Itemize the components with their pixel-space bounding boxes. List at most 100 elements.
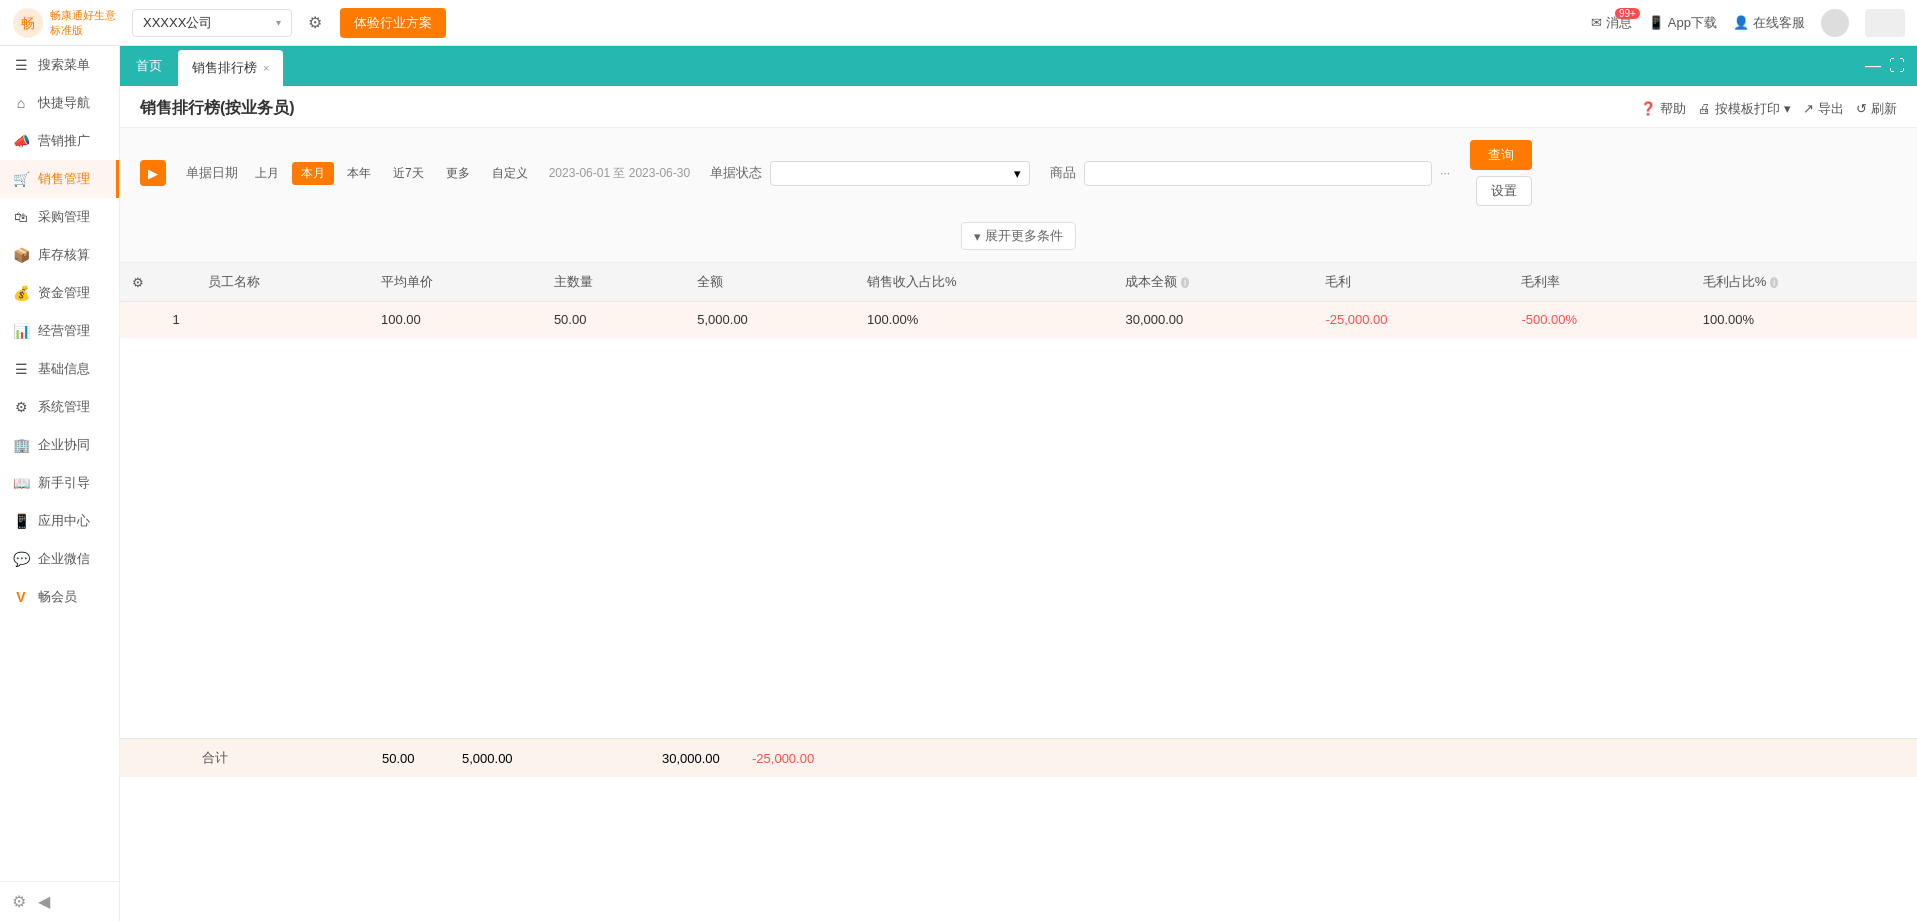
row-gross: -25,000.00 (1313, 302, 1509, 338)
date-btn-this-year[interactable]: 本年 (338, 162, 380, 185)
collapse-icon[interactable]: ◀ (38, 892, 50, 911)
row-settings (120, 302, 156, 338)
apps-icon: 📱 (12, 513, 30, 529)
gross-pct-info-icon: i (1770, 277, 1778, 288)
status-select[interactable]: ▾ (770, 161, 1030, 186)
message-badge: 99+ (1615, 8, 1640, 19)
guide-icon: 📖 (12, 475, 30, 491)
filter-toggle-btn[interactable]: ▶ (140, 160, 166, 186)
sidebar-item-basic[interactable]: ☰ 基础信息 (0, 350, 119, 388)
sidebar-item-operation[interactable]: 📊 经营管理 (0, 312, 119, 350)
date-btn-this-month[interactable]: 本月 (292, 162, 334, 185)
row-rank: 1 (156, 302, 196, 338)
sidebar-item-label: 快捷导航 (38, 94, 90, 112)
tab-label: 销售排行榜 (192, 59, 257, 77)
sidebar-item-purchase[interactable]: 🛍 采购管理 (0, 198, 119, 236)
sidebar-item-finance[interactable]: 💰 资金管理 (0, 274, 119, 312)
sidebar-item-enterprise[interactable]: 🏢 企业协同 (0, 426, 119, 464)
refresh-btn[interactable]: ↺ 刷新 (1856, 100, 1897, 118)
settings-icon-btn[interactable]: ⚙ (300, 8, 330, 38)
goods-search-input[interactable] (1084, 161, 1432, 186)
print-btn[interactable]: 🖨 按模板打印 ▾ (1698, 100, 1791, 118)
wechat-icon: 💬 (12, 551, 30, 567)
action-buttons: 查询 设置 (1470, 140, 1532, 206)
cost-info-icon: i (1181, 277, 1189, 288)
sidebar-item-sales[interactable]: 🛒 销售管理 (0, 160, 119, 198)
svg-text:畅: 畅 (21, 15, 35, 31)
date-btn-custom[interactable]: 自定义 (483, 162, 537, 185)
chevron-down-icon: ▾ (276, 17, 281, 28)
sidebar-item-inventory[interactable]: 📦 库存核算 (0, 236, 119, 274)
col-sales-pct: 销售收入占比% (855, 263, 1113, 302)
col-qty: 主数量 (542, 263, 685, 302)
row-avg-price: 100.00 (369, 302, 542, 338)
operation-icon: 📊 (12, 323, 30, 339)
tab-sales-ranking[interactable]: 销售排行榜 × (178, 50, 283, 86)
status-select-chevron: ▾ (1014, 166, 1021, 181)
basic-icon: ☰ (12, 361, 30, 377)
tab-home[interactable]: 首页 (120, 46, 178, 86)
filter-area: ▶ 单据日期 上月 本月 本年 近7天 更多 自定义 (120, 128, 1917, 263)
date-btn-last-month[interactable]: 上月 (246, 162, 288, 185)
query-button[interactable]: 查询 (1470, 140, 1532, 170)
sidebar-item-apps[interactable]: 📱 应用中心 (0, 502, 119, 540)
col-settings[interactable]: ⚙ (120, 263, 156, 302)
sidebar-item-system[interactable]: ⚙ 系统管理 (0, 388, 119, 426)
date-range-display: 2023-06-01 至 2023-06-30 (549, 165, 690, 182)
app-download-btn[interactable]: 📱 App下载 (1648, 14, 1717, 32)
sidebar-item-label: 企业协同 (38, 436, 90, 454)
logo-icon: 畅 (12, 7, 44, 39)
member-icon: V (12, 589, 30, 605)
sidebar-item-guide[interactable]: 📖 新手引导 (0, 464, 119, 502)
sidebar-item-marketing[interactable]: 📣 营销推广 (0, 122, 119, 160)
row-sales-pct: 100.00% (855, 302, 1113, 338)
expand-conditions-btn[interactable]: ▾ 展开更多条件 (961, 222, 1076, 250)
settings-button[interactable]: 设置 (1476, 176, 1532, 206)
online-service-btn[interactable]: 👤 在线客服 (1733, 14, 1805, 32)
sidebar-item-member[interactable]: V 畅会员 (0, 578, 119, 616)
goods-filter-label: 商品 (1050, 164, 1076, 182)
company-selector[interactable]: XXXXX公司 ▾ (132, 9, 292, 37)
date-btn-more[interactable]: 更多 (437, 162, 479, 185)
sidebar-item-label: 畅会员 (38, 588, 77, 606)
help-btn[interactable]: ❓ 帮助 (1640, 100, 1686, 118)
content-spacer (120, 338, 1917, 738)
message-btn[interactable]: ✉ 消息 99+ (1591, 14, 1632, 32)
finance-icon: 💰 (12, 285, 30, 301)
settings-bottom-icon[interactable]: ⚙ (12, 892, 26, 911)
message-icon: ✉ (1591, 15, 1602, 30)
footer-qty: 50.00 (370, 751, 450, 766)
export-btn[interactable]: ↗ 导出 (1803, 100, 1844, 118)
table-footer: 合计 50.00 5,000.00 30,000.00 -25,000.00 (120, 738, 1917, 777)
home-icon: ⌂ (12, 95, 30, 111)
avatar[interactable] (1821, 9, 1849, 37)
sidebar-item-label: 营销推广 (38, 132, 90, 150)
purchase-icon: 🛍 (12, 209, 30, 225)
sidebar-item-label: 应用中心 (38, 512, 90, 530)
goods-more-btn[interactable]: ··· (1440, 166, 1450, 180)
table-row: 1 100.00 50.00 5,000.00 100.00% 30,000.0… (120, 302, 1917, 338)
page-header: 销售排行榜(按业务员) ❓ 帮助 🖨 按模板打印 ▾ ↗ (120, 86, 1917, 128)
date-btn-7days[interactable]: 近7天 (384, 162, 433, 185)
col-avg-price: 平均单价 (369, 263, 542, 302)
data-table: ⚙ 员工名称 平均单价 主数量 全额 销售收入占比% 成本全额 i 毛利 毛利率 (120, 263, 1917, 338)
top-bar-right: ✉ 消息 99+ 📱 App下载 👤 在线客服 (1591, 9, 1905, 37)
sidebar-item-search[interactable]: ☰ 搜索菜单 (0, 46, 119, 84)
filter-row: ▶ 单据日期 上月 本月 本年 近7天 更多 自定义 (140, 140, 1897, 206)
row-cost: 30,000.00 (1113, 302, 1313, 338)
tab-minimize-icon[interactable]: — (1865, 57, 1881, 75)
page-title: 销售排行榜(按业务员) (140, 98, 295, 119)
trial-button[interactable]: 体验行业方案 (340, 8, 446, 38)
table-body: 1 100.00 50.00 5,000.00 100.00% 30,000.0… (120, 302, 1917, 338)
sidebar-item-label: 采购管理 (38, 208, 90, 226)
tab-maximize-icon[interactable]: ⛶ (1889, 57, 1905, 75)
enterprise-icon: 🏢 (12, 437, 30, 453)
sidebar-item-wechat[interactable]: 💬 企业微信 (0, 540, 119, 578)
tab-close-icon[interactable]: × (263, 62, 269, 74)
sidebar-item-label: 经营管理 (38, 322, 90, 340)
search-menu-icon: ☰ (12, 57, 30, 73)
sidebar-item-shortcut[interactable]: ⌂ 快捷导航 (0, 84, 119, 122)
footer-gross: -25,000.00 (740, 751, 830, 766)
row-qty: 50.00 (542, 302, 685, 338)
inventory-icon: 📦 (12, 247, 30, 263)
